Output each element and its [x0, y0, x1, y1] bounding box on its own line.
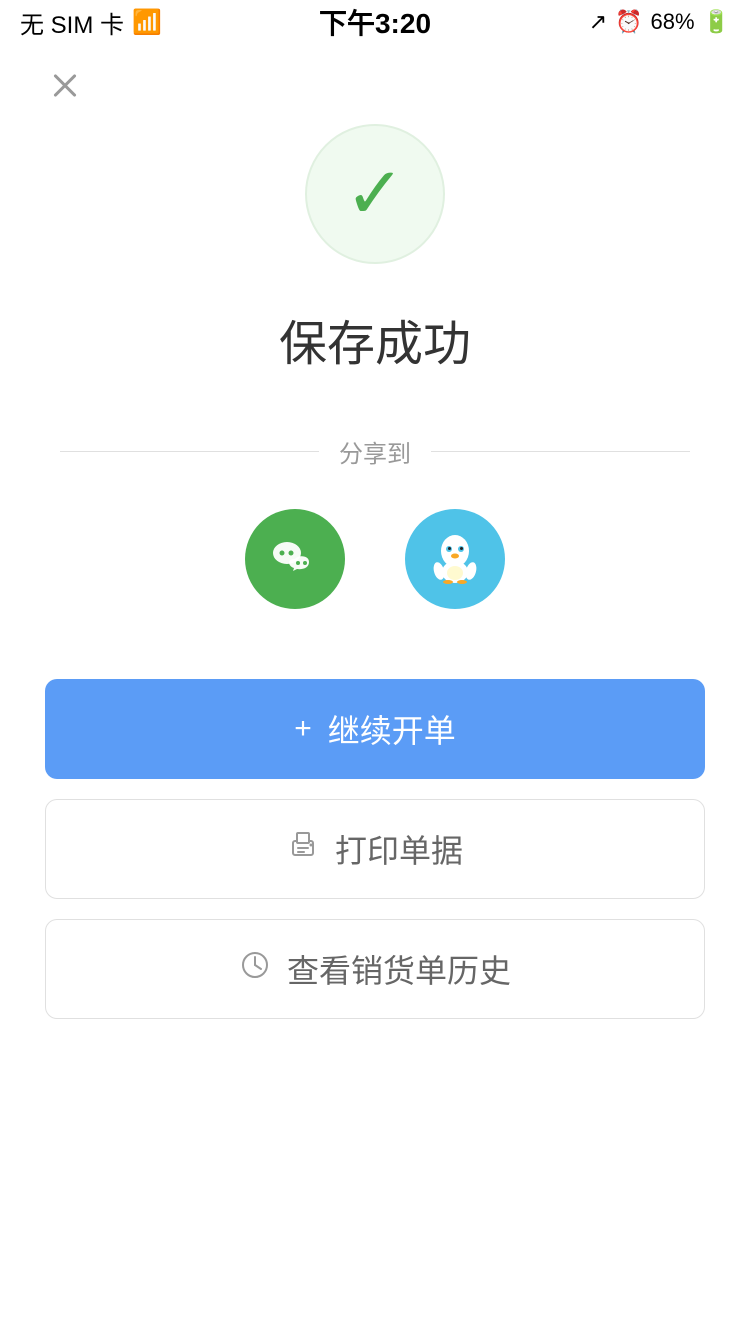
status-bar: 无 SIM 卡 📶 下午3:20 ↗ ⏰ 68% 🔋 [0, 0, 750, 44]
share-divider: 分享到 [0, 434, 750, 469]
alarm-icon: ⏰ [615, 9, 642, 35]
wifi-icon: 📶 [132, 8, 162, 37]
print-icon [287, 829, 319, 869]
qq-share-button[interactable] [405, 509, 505, 609]
qq-icon [425, 529, 485, 589]
action-buttons: + 继续开单 打印单据 [45, 679, 705, 1019]
location-icon: ↗ [589, 9, 607, 35]
status-right: ↗ ⏰ 68% 🔋 [589, 9, 730, 35]
close-button[interactable] [40, 60, 90, 110]
print-label: 打印单据 [335, 826, 463, 872]
sim-label: 无 SIM 卡 [20, 5, 124, 40]
battery-label: 68% [651, 9, 695, 35]
print-button[interactable]: 打印单据 [45, 799, 705, 899]
clock-icon [239, 949, 271, 989]
continue-label: 继续开单 [328, 706, 456, 752]
battery-icon: 🔋 [703, 9, 730, 35]
success-title: 保存成功 [279, 304, 471, 374]
continue-button[interactable]: + 继续开单 [45, 679, 705, 779]
main-content: ✓ 保存成功 分享到 [0, 44, 750, 1019]
status-time: 下午3:20 [319, 2, 431, 42]
success-circle: ✓ [305, 124, 445, 264]
share-row [245, 509, 505, 609]
history-button[interactable]: 查看销货单历史 [45, 919, 705, 1019]
status-left: 无 SIM 卡 📶 [20, 5, 162, 40]
checkmark-icon: ✓ [345, 158, 405, 230]
divider-line-left [60, 451, 319, 452]
wechat-icon [267, 531, 323, 587]
plus-icon: + [294, 712, 312, 746]
share-label: 分享到 [319, 434, 431, 469]
wechat-share-button[interactable] [245, 509, 345, 609]
divider-line-right [431, 451, 690, 452]
history-label: 查看销货单历史 [287, 946, 511, 992]
